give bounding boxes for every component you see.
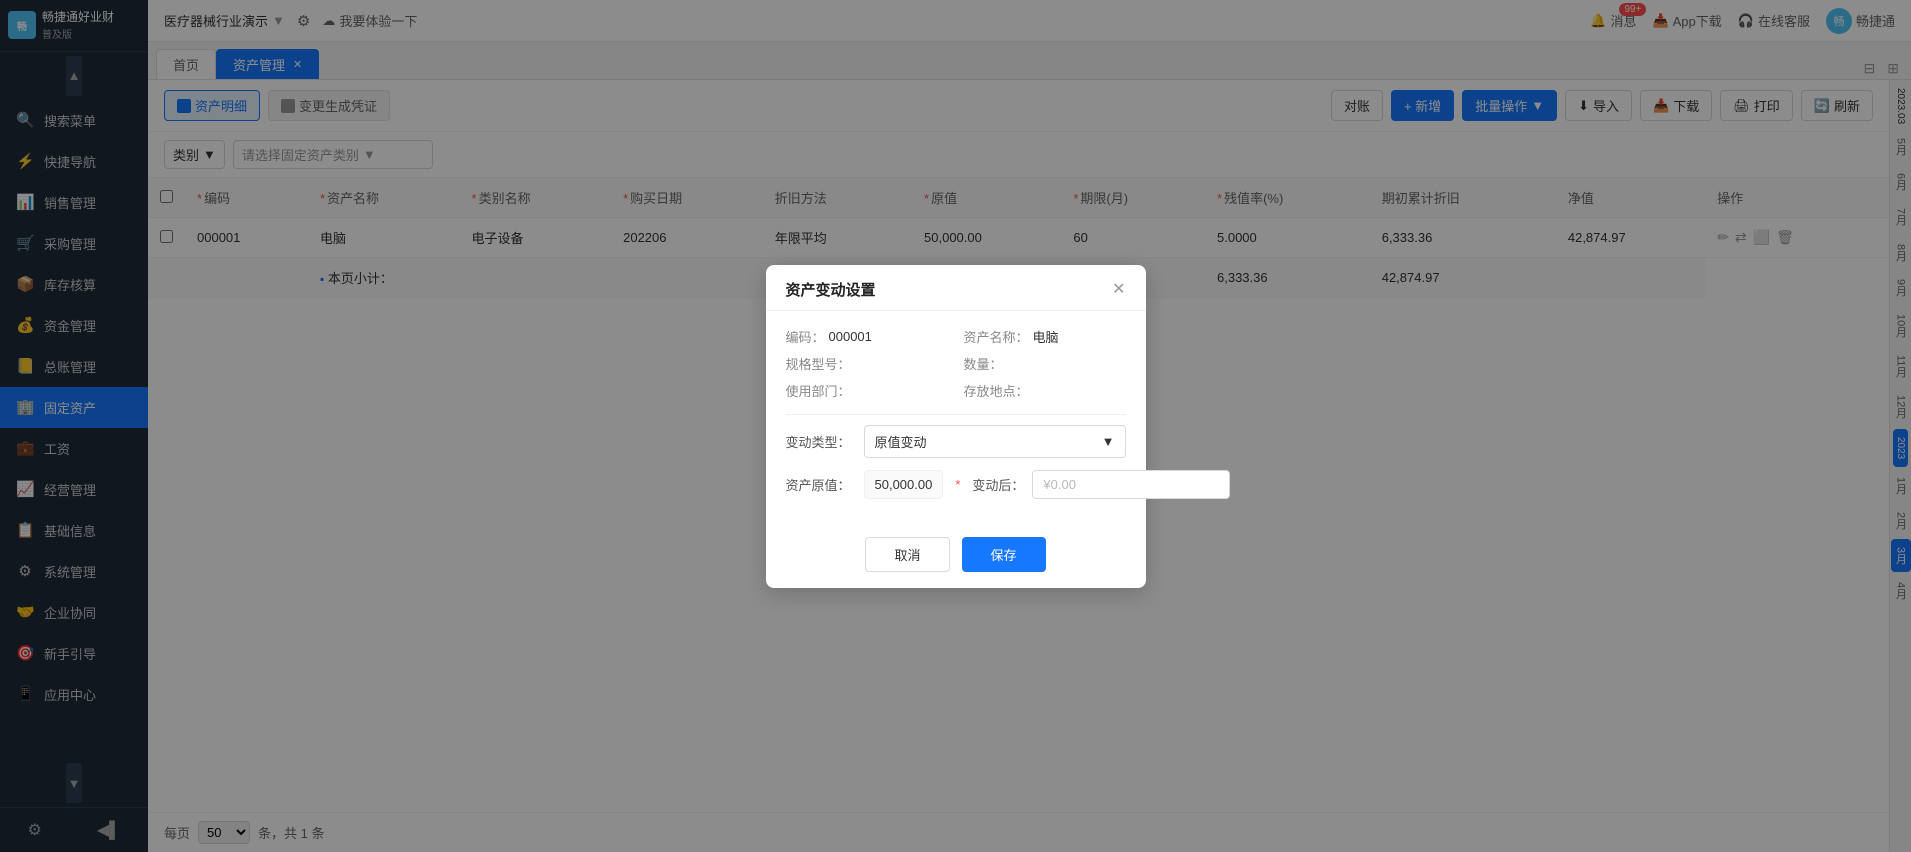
asset-change-dialog: 资产变动设置 ✕ 编码： 000001 资产名称： 电脑 规格型号： 数 (766, 265, 1146, 588)
dialog-dept-row: 使用部门： (786, 381, 948, 400)
required-star-after: * (955, 477, 960, 492)
after-value-input[interactable] (1032, 470, 1230, 499)
dialog-header: 资产变动设置 ✕ (766, 265, 1146, 311)
value-row: 资产原值： 50,000.00 * 变动后： (786, 470, 1126, 499)
dialog-location-row: 存放地点： (964, 381, 1126, 400)
dialog-code-value: 000001 (829, 329, 872, 344)
modal-overlay: 资产变动设置 ✕ 编码： 000001 资产名称： 电脑 规格型号： 数 (0, 0, 1911, 852)
original-value-display: 50,000.00 (864, 470, 944, 499)
dialog-name-row: 资产名称： 电脑 (964, 327, 1126, 346)
change-type-value: 原值变动 (875, 432, 927, 451)
dialog-info-grid: 编码： 000001 资产名称： 电脑 规格型号： 数量： 使用部门： (786, 327, 1126, 400)
dialog-spec-row: 规格型号： (786, 354, 948, 373)
dialog-name-value: 电脑 (1033, 327, 1059, 346)
dialog-title: 资产变动设置 (786, 279, 876, 300)
change-type-label: 变动类型： (786, 432, 856, 451)
dialog-spec-label: 规格型号： (786, 354, 851, 373)
save-button[interactable]: 保存 (962, 537, 1046, 572)
dialog-footer: 取消 保存 (766, 527, 1146, 588)
dialog-name-label: 资产名称： (964, 327, 1029, 346)
dialog-code-label: 编码： (786, 327, 825, 346)
dialog-location-label: 存放地点： (964, 381, 1029, 400)
dialog-dept-label: 使用部门： (786, 381, 851, 400)
change-type-row: 变动类型： 原值变动 ▼ (786, 425, 1126, 458)
original-value-label: 资产原值： (786, 475, 856, 494)
dialog-body: 编码： 000001 资产名称： 电脑 规格型号： 数量： 使用部门： (766, 311, 1146, 527)
dialog-divider (786, 414, 1126, 415)
dialog-quantity-label: 数量： (964, 354, 1003, 373)
dialog-close-btn[interactable]: ✕ (1112, 279, 1125, 299)
dialog-quantity-row: 数量： (964, 354, 1126, 373)
dialog-code-row: 编码： 000001 (786, 327, 948, 346)
after-label: 变动后： (972, 475, 1024, 494)
cancel-button[interactable]: 取消 (865, 537, 949, 572)
change-type-dropdown-icon: ▼ (1102, 434, 1115, 449)
change-type-select[interactable]: 原值变动 ▼ (864, 425, 1126, 458)
